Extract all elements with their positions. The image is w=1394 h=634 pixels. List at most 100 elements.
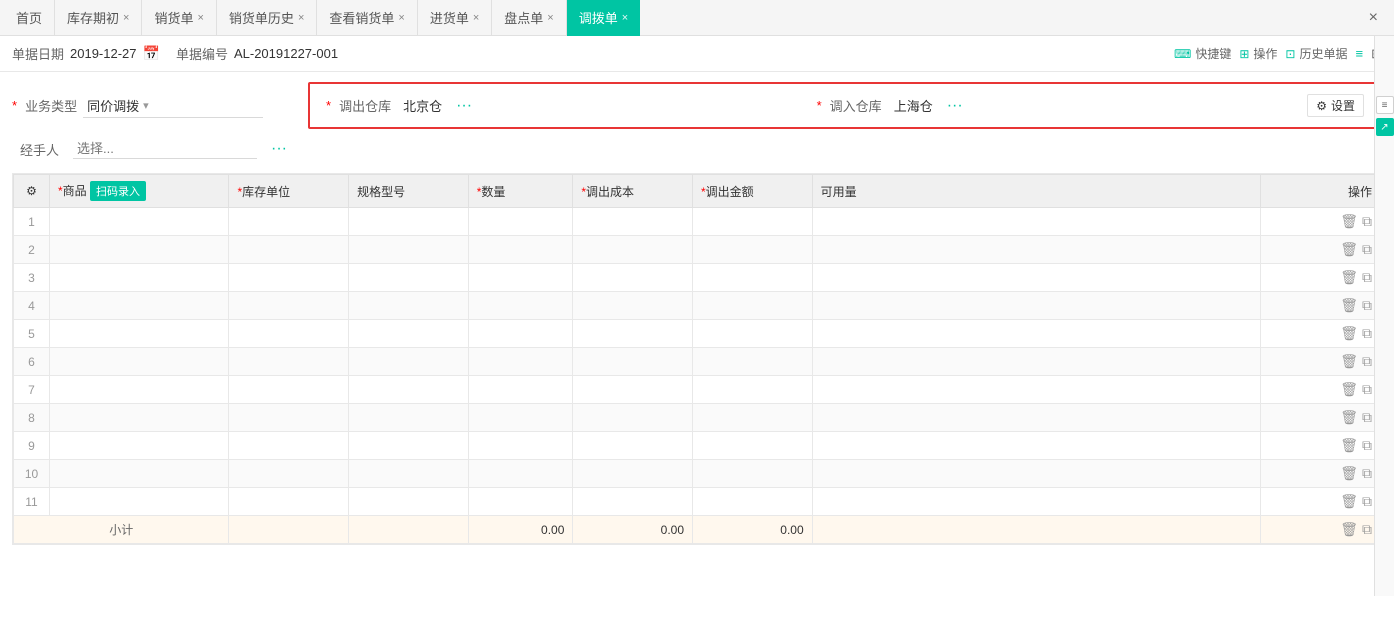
cell-qty-8[interactable] xyxy=(468,404,573,432)
cell-unit-4[interactable] xyxy=(229,292,349,320)
cell-unit-1[interactable] xyxy=(229,208,349,236)
cell-cost-10[interactable] xyxy=(573,460,693,488)
cell-spec-7[interactable] xyxy=(349,376,469,404)
cell-unit-3[interactable] xyxy=(229,264,349,292)
cell-product-11[interactable] xyxy=(50,488,229,516)
cell-product-6[interactable] xyxy=(50,348,229,376)
subtotal-copy-icon[interactable]: ⧉ xyxy=(1362,521,1372,538)
tab-sales-order[interactable]: 销货单× xyxy=(142,0,216,36)
cell-cost-3[interactable] xyxy=(573,264,693,292)
cell-amount-5[interactable] xyxy=(693,320,813,348)
cell-unit-8[interactable] xyxy=(229,404,349,432)
cell-cost-8[interactable] xyxy=(573,404,693,432)
cell-amount-3[interactable] xyxy=(693,264,813,292)
tab-close-view-sales[interactable]: × xyxy=(398,12,404,24)
cell-product-5[interactable] xyxy=(50,320,229,348)
cell-available-3[interactable] xyxy=(812,264,1261,292)
biz-type-select[interactable]: 同价调拨 ▾ xyxy=(83,94,263,118)
cell-qty-5[interactable] xyxy=(468,320,573,348)
tab-close-inventory-init[interactable]: × xyxy=(123,12,129,24)
cell-qty-11[interactable] xyxy=(468,488,573,516)
transfer-out-more-icon[interactable]: ··· xyxy=(456,97,472,115)
cell-cost-7[interactable] xyxy=(573,376,693,404)
table-settings-icon[interactable]: ⚙ xyxy=(26,184,37,198)
col-settings[interactable]: ⚙ xyxy=(14,175,50,208)
delete-row-6-button[interactable]: 🗑 xyxy=(1340,353,1358,370)
delete-row-10-button[interactable]: 🗑 xyxy=(1340,465,1358,482)
cell-qty-3[interactable] xyxy=(468,264,573,292)
cell-spec-9[interactable] xyxy=(349,432,469,460)
cell-product-4[interactable] xyxy=(50,292,229,320)
cell-product-8[interactable] xyxy=(50,404,229,432)
cell-amount-2[interactable] xyxy=(693,236,813,264)
cell-spec-4[interactable] xyxy=(349,292,469,320)
copy-row-1-button[interactable]: ⧉ xyxy=(1362,213,1372,230)
cell-amount-6[interactable] xyxy=(693,348,813,376)
delete-row-4-button[interactable]: 🗑 xyxy=(1340,297,1358,314)
cell-unit-9[interactable] xyxy=(229,432,349,460)
cell-available-9[interactable] xyxy=(812,432,1261,460)
cell-amount-1[interactable] xyxy=(693,208,813,236)
cell-available-11[interactable] xyxy=(812,488,1261,516)
cell-amount-8[interactable] xyxy=(693,404,813,432)
cell-unit-11[interactable] xyxy=(229,488,349,516)
cell-unit-6[interactable] xyxy=(229,348,349,376)
cell-product-10[interactable] xyxy=(50,460,229,488)
cell-cost-11[interactable] xyxy=(573,488,693,516)
cell-available-6[interactable] xyxy=(812,348,1261,376)
cell-amount-10[interactable] xyxy=(693,460,813,488)
copy-row-3-button[interactable]: ⧉ xyxy=(1362,269,1372,286)
cell-amount-9[interactable] xyxy=(693,432,813,460)
tab-view-sales[interactable]: 查看销货单× xyxy=(317,0,417,36)
window-close-button[interactable]: × xyxy=(1357,9,1390,27)
cell-cost-1[interactable] xyxy=(573,208,693,236)
copy-row-4-button[interactable]: ⧉ xyxy=(1362,297,1372,314)
cell-spec-6[interactable] xyxy=(349,348,469,376)
cell-spec-2[interactable] xyxy=(349,236,469,264)
cell-qty-7[interactable] xyxy=(468,376,573,404)
cell-product-9[interactable] xyxy=(50,432,229,460)
cell-spec-11[interactable] xyxy=(349,488,469,516)
cell-spec-10[interactable] xyxy=(349,460,469,488)
tab-close-transfer-order[interactable]: × xyxy=(622,12,628,24)
cell-available-5[interactable] xyxy=(812,320,1261,348)
cell-cost-6[interactable] xyxy=(573,348,693,376)
cell-amount-4[interactable] xyxy=(693,292,813,320)
cell-unit-5[interactable] xyxy=(229,320,349,348)
delete-row-7-button[interactable]: 🗑 xyxy=(1340,381,1358,398)
cell-cost-5[interactable] xyxy=(573,320,693,348)
tab-close-inventory-check[interactable]: × xyxy=(547,12,553,24)
cell-qty-2[interactable] xyxy=(468,236,573,264)
cell-cost-2[interactable] xyxy=(573,236,693,264)
cell-spec-5[interactable] xyxy=(349,320,469,348)
cell-unit-10[interactable] xyxy=(229,460,349,488)
cell-product-3[interactable] xyxy=(50,264,229,292)
handler-more-icon[interactable]: ··· xyxy=(271,140,287,158)
cell-amount-7[interactable] xyxy=(693,376,813,404)
cell-qty-9[interactable] xyxy=(468,432,573,460)
delete-row-5-button[interactable]: 🗑 xyxy=(1340,325,1358,342)
copy-row-11-button[interactable]: ⧉ xyxy=(1362,493,1372,510)
cell-product-1[interactable] xyxy=(50,208,229,236)
copy-row-6-button[interactable]: ⧉ xyxy=(1362,353,1372,370)
sidebar-expand-icon[interactable]: ↗ xyxy=(1376,118,1394,136)
tab-close-purchase-order[interactable]: × xyxy=(473,12,479,24)
cell-available-2[interactable] xyxy=(812,236,1261,264)
cell-spec-8[interactable] xyxy=(349,404,469,432)
history-button[interactable]: ⊡ 历史单据 xyxy=(1285,45,1347,62)
tab-inventory-init[interactable]: 库存期初× xyxy=(55,0,142,36)
tab-transfer-order[interactable]: 调拨单× xyxy=(567,0,640,36)
cell-available-7[interactable] xyxy=(812,376,1261,404)
operations-button[interactable]: ⊞ 操作 xyxy=(1239,45,1277,62)
subtotal-delete-icon[interactable]: 🗑 xyxy=(1340,521,1358,538)
tab-close-sales-order[interactable]: × xyxy=(197,12,203,24)
copy-row-2-button[interactable]: ⧉ xyxy=(1362,241,1372,258)
cell-cost-9[interactable] xyxy=(573,432,693,460)
cell-available-10[interactable] xyxy=(812,460,1261,488)
scan-entry-button[interactable]: 扫码录入 xyxy=(90,181,146,201)
warehouse-settings-button[interactable]: ⚙ 设置 xyxy=(1307,94,1364,117)
copy-row-5-button[interactable]: ⧉ xyxy=(1362,325,1372,342)
tab-sales-history[interactable]: 销货单历史× xyxy=(217,0,317,36)
handler-input[interactable] xyxy=(73,139,257,159)
delete-row-3-button[interactable]: 🗑 xyxy=(1340,269,1358,286)
